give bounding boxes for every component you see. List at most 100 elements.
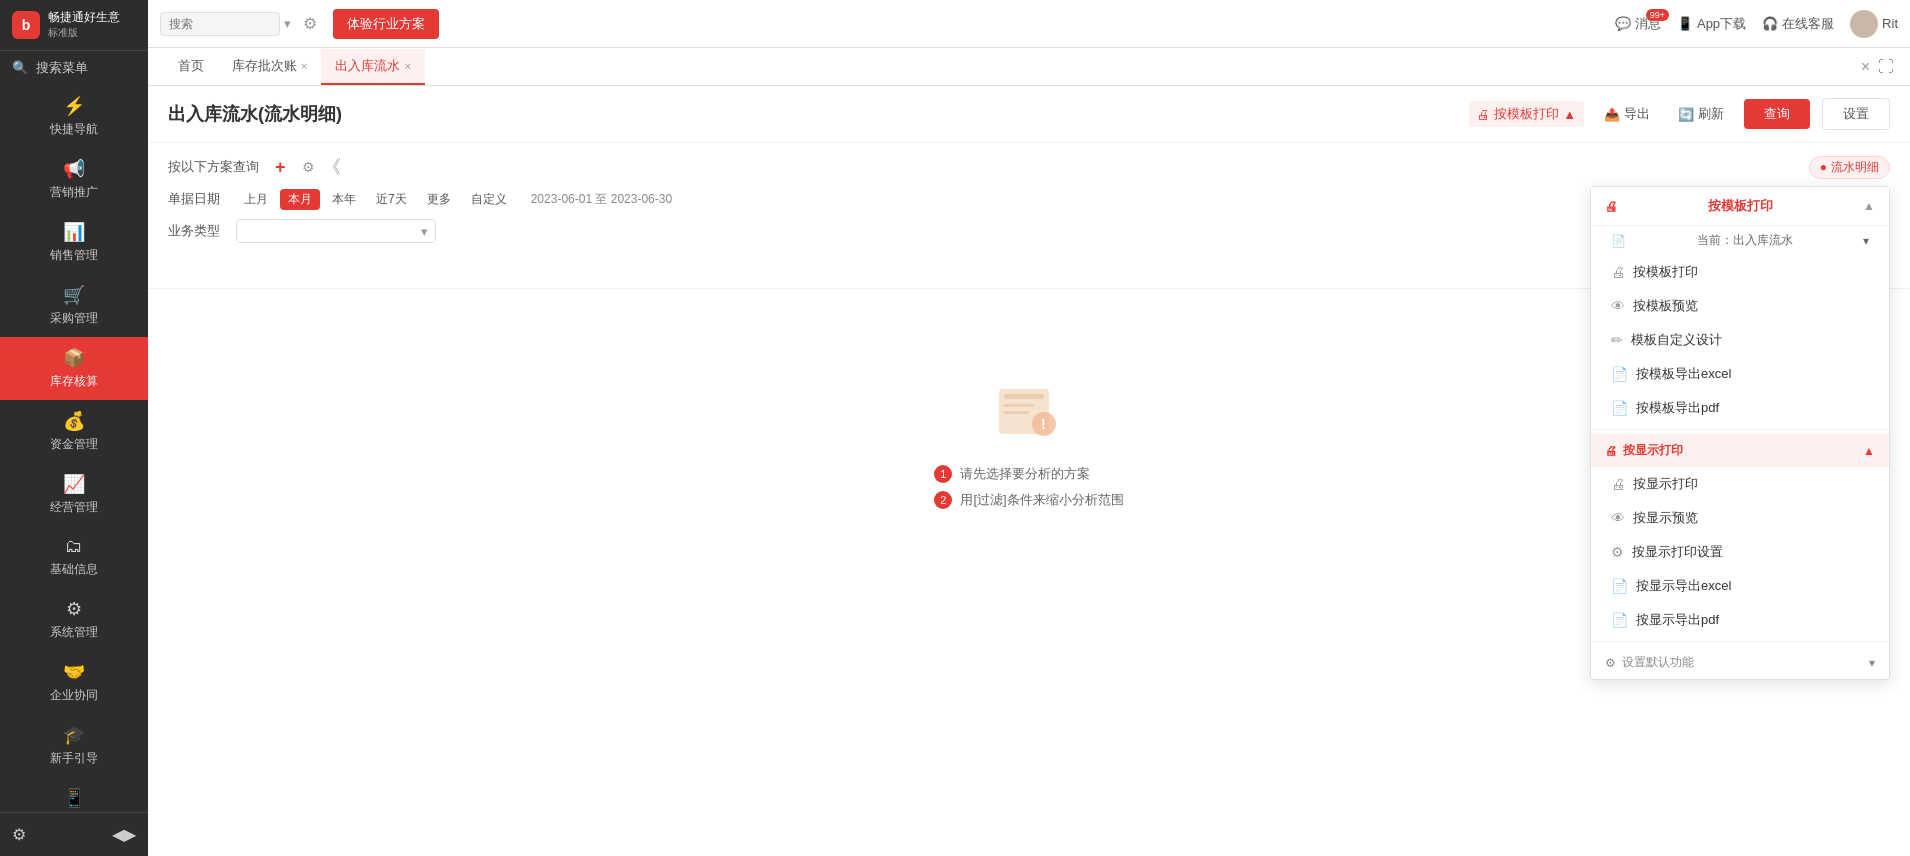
dropdown-item-display-excel[interactable]: 📄 按显示导出excel [1591,569,1889,603]
current-icon: 📄 [1611,234,1626,248]
dropdown-item-display-pdf[interactable]: 📄 按显示导出pdf [1591,603,1889,637]
tab-home[interactable]: 首页 [164,49,218,85]
marketing-icon: 📢 [63,158,85,180]
sidebar-item-purchase[interactable]: 🛒 采购管理 [0,274,148,337]
filter-collapse-icon[interactable]: 《 [323,155,341,179]
sales-icon: 📊 [63,221,85,243]
date-tab-this-year[interactable]: 本年 [324,189,364,210]
sidebar-item-basic[interactable]: 🗂 基础信息 [0,526,148,588]
topbar-chevron-icon[interactable]: ▾ [284,16,291,31]
display-pdf-label: 按显示导出pdf [1636,611,1719,629]
online-support-btn[interactable]: 🎧 在线客服 [1762,15,1834,33]
logo-badge: 标准版 [48,26,120,40]
sidebar-item-label: 资金管理 [50,436,98,453]
export-btn[interactable]: 📤 导出 [1596,101,1658,127]
dropdown-item-template-pdf[interactable]: 📄 按模板导出pdf [1591,391,1889,425]
topbar: ▾ ⚙ 体验行业方案 💬 消息 99+ 📱 App下载 🎧 在线客服 Rit [148,0,1910,48]
preview-icon: 👁 [1611,298,1625,314]
topbar-search-input[interactable] [160,12,280,36]
purchase-icon: 🛒 [63,284,85,306]
dropdown-item-template-print[interactable]: 🖨 按模板打印 [1591,255,1889,289]
message-icon: 💬 [1615,16,1631,31]
sidebar-item-system[interactable]: ⚙ 系统管理 [0,588,148,651]
dropdown-item-template-preview[interactable]: 👁 按模板预览 [1591,289,1889,323]
sidebar-item-newbie[interactable]: 🎓 新手引导 [0,714,148,777]
pdf-icon: 📄 [1611,400,1628,416]
date-tab-7days[interactable]: 近7天 [368,189,415,210]
print-dropdown-panel: 🖨 按模板打印 ▲ 📄 当前：出入库流水 ▾ 🖨 按模板打印 👁 按模板预览 ✏… [1590,186,1890,680]
biz-type-select-wrap [236,219,436,243]
industry-btn[interactable]: 体验行业方案 [333,9,439,39]
collapse-icon[interactable]: ◀▶ [112,825,136,844]
sidebar-search-label: 搜索菜单 [36,59,88,77]
page-title: 出入库流水(流水明细) [168,102,342,126]
tab-flow-close[interactable]: × [404,60,410,72]
sidebar-item-enterprise[interactable]: 🤝 企业协同 [0,651,148,714]
user-avatar-btn[interactable]: Rit [1850,10,1898,38]
print-template-btn[interactable]: 🖨 按模板打印 ▲ [1469,101,1584,127]
settings-icon[interactable]: ⚙ [12,825,26,844]
tab-batch[interactable]: 库存批次账 × [218,49,321,85]
refresh-btn[interactable]: 🔄 刷新 [1670,101,1732,127]
sidebar-nav: ⚡ 快捷导航 📢 营销推广 📊 销售管理 🛒 采购管理 📦 库存核算 💰 资金管… [0,85,148,812]
template-pdf-label: 按模板导出pdf [1636,399,1719,417]
dropdown-item-display-preview[interactable]: 👁 按显示预览 [1591,501,1889,535]
dropdown-chevron-up[interactable]: ▲ [1863,199,1875,213]
date-tab-more[interactable]: 更多 [419,189,459,210]
sidebar-item-sales[interactable]: 📊 销售管理 [0,211,148,274]
inventory-icon: 📦 [63,347,85,369]
tab-batch-close[interactable]: × [301,60,307,72]
default-section: ⚙ 设置默认功能 ▾ [1591,646,1889,679]
display-section-label: 按显示打印 [1623,442,1683,459]
operations-icon: 📈 [63,473,85,495]
app-download-label: App下载 [1697,15,1746,33]
date-tab-custom[interactable]: 自定义 [463,189,515,210]
sidebar-item-label: 新手引导 [50,750,98,767]
sidebar-item-marketing[interactable]: 📢 营销推广 [0,148,148,211]
search-btn[interactable]: 查询 [1744,99,1810,129]
flow-detail-tag[interactable]: ● 流水明细 [1809,156,1890,179]
settings-filter-icon[interactable]: ⚙ [302,159,315,175]
online-support-icon: 🎧 [1762,16,1778,31]
sidebar-item-appcenter[interactable]: 📱 应用中心 [0,777,148,812]
sidebar-item-inventory[interactable]: 📦 库存核算 [0,337,148,400]
template-preview-label: 按模板预览 [1633,297,1698,315]
dropdown-item-display-settings[interactable]: ⚙ 按显示打印设置 [1591,535,1889,569]
sidebar-item-finance[interactable]: 💰 资金管理 [0,400,148,463]
date-range: 2023-06-01 至 2023-06-30 [531,191,672,208]
window-expand-btn[interactable]: ⛶ [1878,58,1894,76]
enterprise-icon: 🤝 [63,661,85,683]
empty-icon: ! [989,369,1069,449]
tab-flow[interactable]: 出入库流水 × [321,49,424,85]
dropdown-item-template-design[interactable]: ✏ 模板自定义设计 [1591,323,1889,357]
printer-icon-header: 🖨 [1605,199,1618,214]
date-tab-this-month[interactable]: 本月 [280,189,320,210]
set-btn[interactable]: 设置 [1822,98,1890,130]
sidebar-item-quick-nav[interactable]: ⚡ 快捷导航 [0,85,148,148]
current-label: 📄 当前：出入库流水 ▾ [1591,226,1889,255]
empty-steps: 1 请先选择要分析的方案 2 用[过滤]条件来缩小分析范围 [934,465,1123,517]
app-download-btn[interactable]: 📱 App下载 [1677,15,1746,33]
dropdown-item-display-print[interactable]: 🖨 按显示打印 [1591,467,1889,501]
biz-type-select[interactable] [236,219,436,243]
design-icon: ✏ [1611,332,1623,348]
default-icon: ⚙ [1605,656,1616,670]
date-tab-last-month[interactable]: 上月 [236,189,276,210]
add-filter-btn[interactable]: + [275,157,286,178]
sidebar-item-label: 企业协同 [50,687,98,704]
message-btn[interactable]: 💬 消息 99+ [1615,15,1661,33]
sidebar-item-operations[interactable]: 📈 经营管理 [0,463,148,526]
app-download-icon: 📱 [1677,16,1693,31]
window-close-btn[interactable]: × [1861,58,1870,76]
sidebar-item-label: 快捷导航 [50,121,98,138]
step-1-text: 请先选择要分析的方案 [960,465,1090,483]
refresh-icon: 🔄 [1678,107,1694,122]
sidebar-search[interactable]: 🔍 搜索菜单 [0,51,148,85]
printer-icon: 🖨 [1477,107,1490,122]
empty-step-2: 2 用[过滤]条件来缩小分析范围 [934,491,1123,509]
topbar-gear-icon[interactable]: ⚙ [303,14,317,33]
dropdown-item-template-excel[interactable]: 📄 按模板导出excel [1591,357,1889,391]
date-label: 单据日期 [168,190,220,208]
topbar-right: 💬 消息 99+ 📱 App下载 🎧 在线客服 Rit [1615,10,1898,38]
display-excel-icon: 📄 [1611,578,1628,594]
